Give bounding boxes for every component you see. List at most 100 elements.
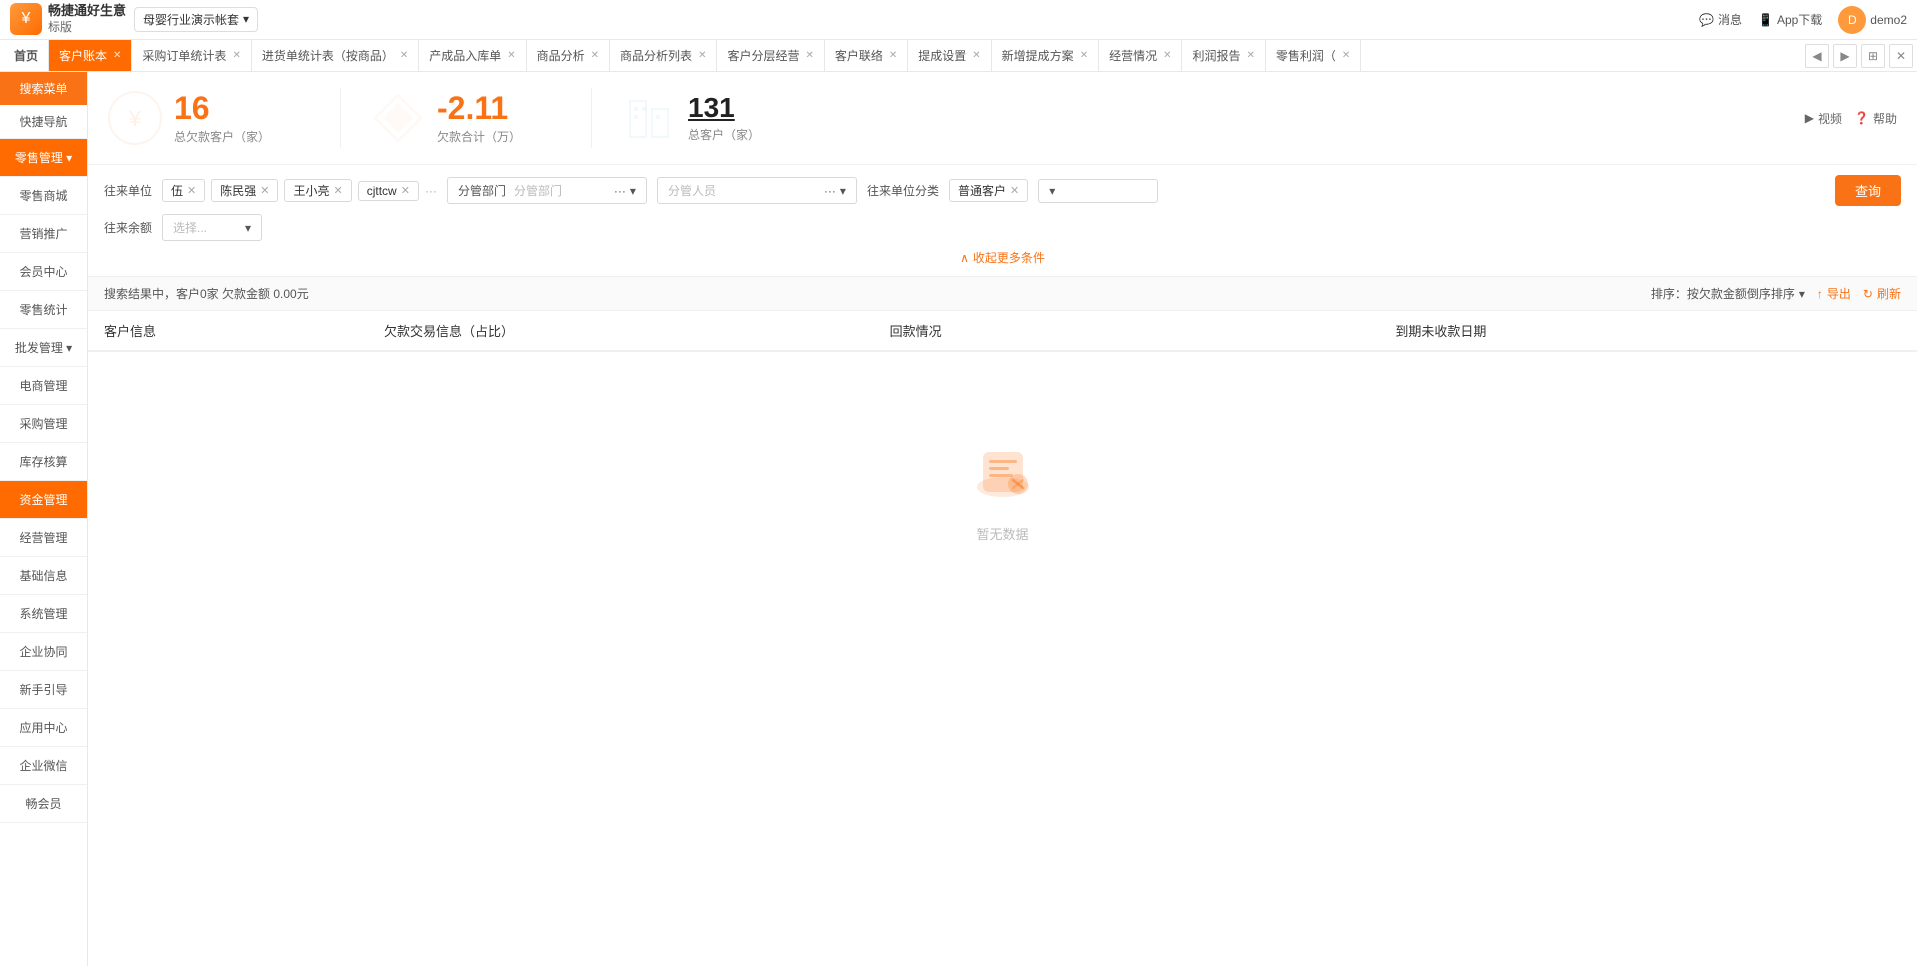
close-icon[interactable]: ✕ — [1342, 50, 1350, 61]
balance-select[interactable]: 选择... ▾ — [162, 214, 262, 241]
chevron-down-icon: ▾ — [245, 221, 251, 235]
stat-separator-2 — [591, 88, 592, 148]
main-layout: 搜索菜单 快捷导航 零售管理 ▾ 零售商城 营销推广 会员中心 零售统计 批发管… — [0, 72, 1917, 966]
tab-biz-situation[interactable]: 经营情况 ✕ — [1099, 40, 1182, 72]
tab-purchase-order[interactable]: 采购订单统计表 ✕ — [132, 40, 251, 72]
sidebar-item-basic-info[interactable]: 基础信息 — [0, 557, 87, 595]
sidebar-item-marketing[interactable]: 营销推广 — [0, 215, 87, 253]
total-customers-label: 总客户（家） — [688, 126, 760, 143]
avatar: D — [1838, 6, 1866, 34]
unit-tags: 伍 ✕ 陈民强 ✕ 王小亮 ✕ cjttcw ✕ ··· — [162, 179, 437, 202]
sidebar-item-enterprise[interactable]: 企业协同 — [0, 633, 87, 671]
close-icon[interactable]: ✕ — [972, 50, 980, 61]
close-icon[interactable]: ✕ — [507, 50, 515, 61]
close-icon[interactable]: ✕ — [591, 50, 599, 61]
query-button[interactable]: 查询 — [1835, 175, 1901, 206]
filter-tag-cjttcw: cjttcw ✕ — [358, 181, 419, 201]
tab-home[interactable]: 首页 — [4, 40, 49, 72]
sidebar-item-retail-store[interactable]: 零售商城 — [0, 177, 87, 215]
logo-icon: ¥ — [10, 3, 42, 35]
sidebar-nav-btn[interactable]: 快捷导航 — [0, 105, 87, 139]
refresh-icon: ↻ — [1863, 287, 1873, 301]
empty-text: 暂无数据 — [976, 524, 1028, 543]
tab-product-list[interactable]: 商品分析列表 ✕ — [610, 40, 717, 72]
debt-amount-value: -2.11 — [437, 92, 521, 124]
user-menu[interactable]: D demo2 — [1838, 6, 1907, 34]
person-select[interactable]: 分管人员 ··· ▾ — [657, 177, 857, 204]
sidebar-item-new-guide[interactable]: 新手引导 — [0, 671, 87, 709]
sidebar-item-retail-stats[interactable]: 零售统计 — [0, 291, 87, 329]
play-icon: ▶ — [1805, 111, 1814, 125]
remove-tag-normal[interactable]: ✕ — [1010, 184, 1019, 197]
close-icon[interactable]: ✕ — [400, 50, 408, 61]
close-icon[interactable]: ✕ — [1163, 50, 1171, 61]
tab-next-btn[interactable]: ▶ — [1833, 44, 1857, 68]
sidebar-item-enterprise-wechat[interactable]: 企业微信 — [0, 747, 87, 785]
tab-profit-report[interactable]: 利润报告 ✕ — [1182, 40, 1265, 72]
sidebar: 搜索菜单 快捷导航 零售管理 ▾ 零售商城 营销推广 会员中心 零售统计 批发管… — [0, 72, 88, 966]
filter-row-1: 往来单位 伍 ✕ 陈民强 ✕ 王小亮 ✕ cjttcw — [104, 175, 1901, 206]
tab-customers[interactable]: 客户账本 ✕ — [49, 40, 132, 72]
sidebar-item-membership[interactable]: 畅会员 — [0, 785, 87, 823]
tab-prev-btn[interactable]: ◀ — [1805, 44, 1829, 68]
message-icon: 💬 — [1699, 13, 1714, 27]
logo-area: ¥ 畅捷通好生意 标版 — [10, 3, 126, 35]
sidebar-item-retail-mgmt[interactable]: 零售管理 ▾ — [0, 139, 87, 177]
sort-btn[interactable]: 排序：按欠款金额倒序排序 ▾ — [1651, 285, 1805, 302]
tab-purchase-stats[interactable]: 进货单统计表（按商品） ✕ — [252, 40, 419, 72]
tab-close-all-btn[interactable]: ✕ — [1889, 44, 1913, 68]
sidebar-item-member[interactable]: 会员中心 — [0, 253, 87, 291]
close-icon[interactable]: ✕ — [1080, 50, 1088, 61]
tab-new-raise[interactable]: 新增提成方案 ✕ — [992, 40, 1099, 72]
tab-product-analysis[interactable]: 商品分析 ✕ — [527, 40, 610, 72]
video-btn[interactable]: ▶ 视频 — [1805, 110, 1842, 127]
message-btn[interactable]: 💬 消息 — [1699, 11, 1742, 28]
tab-product-stock[interactable]: 产成品入库单 ✕ — [419, 40, 526, 72]
tab-customer-contact[interactable]: 客户联络 ✕ — [825, 40, 908, 72]
sidebar-item-sys-mgmt[interactable]: 系统管理 — [0, 595, 87, 633]
chevron-down-icon: ▾ — [1799, 287, 1805, 301]
stat-block-debt-amount: -2.11 欠款合计（万） — [371, 91, 561, 145]
refresh-btn[interactable]: ↻ 刷新 — [1863, 285, 1901, 302]
help-btn[interactable]: ❓ 帮助 — [1854, 110, 1897, 127]
sidebar-item-app-center[interactable]: 应用中心 — [0, 709, 87, 747]
filter-area: 往来单位 伍 ✕ 陈民强 ✕ 王小亮 ✕ cjttcw — [88, 165, 1917, 277]
stats-bar: ¥ 16 总欠款客户（家） -2.11 — [88, 72, 1917, 165]
filter-tag-wang: 王小亮 ✕ — [284, 179, 351, 202]
sidebar-item-ecom-mgmt[interactable]: 电商管理 — [0, 367, 87, 405]
sidebar-item-biz-mgmt[interactable]: 经营管理 — [0, 519, 87, 557]
table-header: 客户信息 欠款交易信息（占比） 回款情况 到期未收款日期 — [88, 311, 1917, 352]
collapse-btn[interactable]: ∧ 收起更多条件 — [104, 249, 1901, 266]
remove-tag-wang[interactable]: ✕ — [334, 184, 343, 197]
stat-block-debt-customers: ¥ 16 总欠款客户（家） — [108, 91, 310, 145]
dept-select[interactable]: 分管部门 分管部门 ··· ▾ — [447, 177, 647, 204]
sidebar-item-finance-mgmt[interactable]: 资金管理 — [0, 481, 87, 519]
close-icon[interactable]: ✕ — [1247, 50, 1255, 61]
classify-dropdown[interactable]: ▾ — [1038, 179, 1158, 203]
remove-tag-wu[interactable]: ✕ — [187, 184, 196, 197]
close-icon[interactable]: ✕ — [889, 50, 897, 61]
remove-tag-cjttcw[interactable]: ✕ — [401, 184, 410, 197]
sidebar-item-inventory[interactable]: 库存核算 — [0, 443, 87, 481]
chevron-down-icon: ▾ — [1049, 184, 1055, 198]
export-btn[interactable]: ↑ 导出 — [1817, 285, 1851, 302]
close-icon[interactable]: ✕ — [698, 50, 706, 61]
tab-raise-settings[interactable]: 提成设置 ✕ — [908, 40, 991, 72]
tab-expand-btn[interactable]: ⊞ — [1861, 44, 1885, 68]
download-icon: 📱 — [1758, 13, 1773, 27]
account-selector[interactable]: 母婴行业演示帐套 ▾ — [134, 7, 258, 32]
tab-customer-tier[interactable]: 客户分层经营 ✕ — [717, 40, 824, 72]
filter-more-btn[interactable]: ··· — [425, 184, 437, 198]
sidebar-search[interactable]: 搜索菜单 — [0, 72, 87, 105]
sidebar-item-batch-mgmt[interactable]: 批发管理 ▾ — [0, 329, 87, 367]
close-icon[interactable]: ✕ — [113, 50, 121, 61]
unit-label: 往来单位 — [104, 182, 152, 199]
diamond-icon — [371, 91, 425, 145]
app-download-btn[interactable]: 📱 App下载 — [1758, 11, 1822, 28]
close-icon[interactable]: ✕ — [232, 50, 240, 61]
sidebar-item-purchase-mgmt[interactable]: 采购管理 — [0, 405, 87, 443]
tab-retail-profit[interactable]: 零售利润（ ✕ — [1266, 40, 1361, 72]
close-icon[interactable]: ✕ — [805, 50, 813, 61]
remove-tag-chen[interactable]: ✕ — [260, 184, 269, 197]
col-debt-info: 欠款交易信息（占比） — [384, 321, 890, 340]
